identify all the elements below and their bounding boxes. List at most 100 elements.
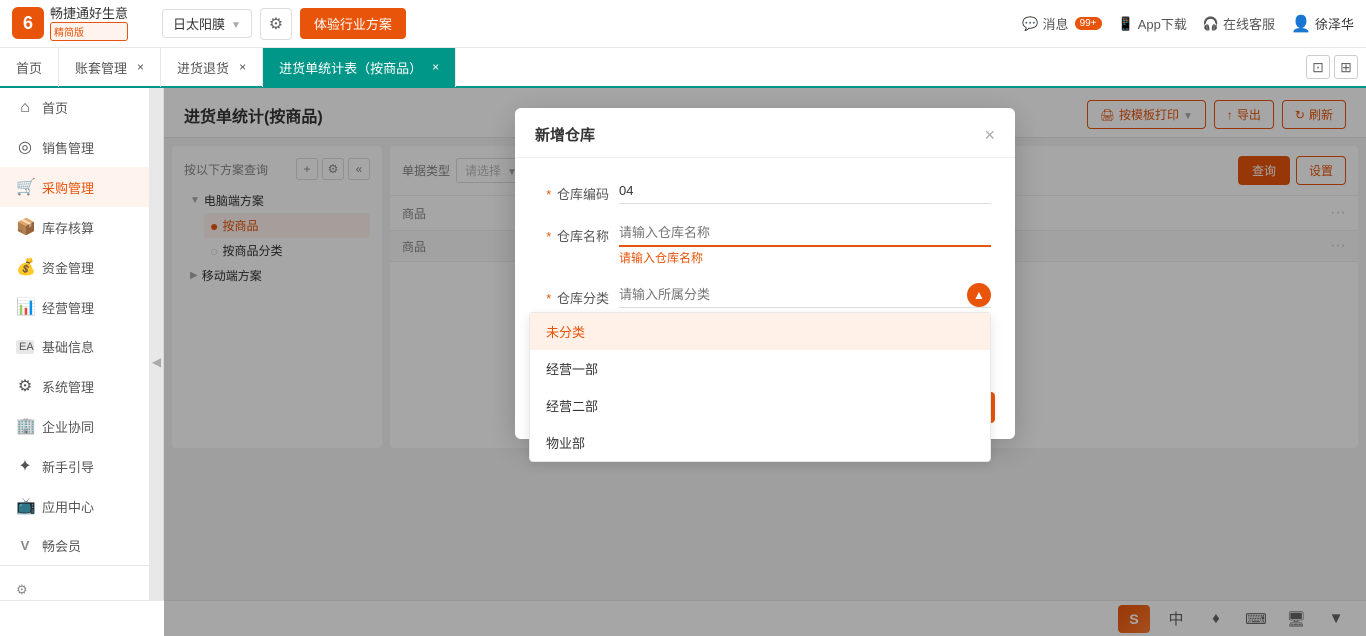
logo-area: 6 畅捷通好生意 精简版 <box>12 6 162 42</box>
tab-account[interactable]: 账套管理 × <box>59 47 161 87</box>
tab-account-close-icon[interactable]: × <box>137 60 144 74</box>
sidebar-label-finance: 资金管理 <box>42 258 94 277</box>
modal-add-warehouse: 新增仓库 × * 仓库编码 <box>515 108 1015 439</box>
messages-button[interactable]: 💬 消息 99+ <box>1022 14 1101 33</box>
basic-info-icon: EA <box>16 340 34 354</box>
logo-badge: 精简版 <box>50 22 128 41</box>
sidebar-item-basic[interactable]: EA 基础信息 <box>0 327 149 366</box>
dropdown-item-uncategorized[interactable]: 未分类 <box>530 313 990 350</box>
sidebar-item-purchase[interactable]: 🛒 采购管理 <box>0 167 149 207</box>
tab-purchase-return-close-icon[interactable]: × <box>239 60 246 74</box>
sidebar-collapse-button[interactable]: ◀ <box>150 88 164 636</box>
finance-icon: 💰 <box>16 257 34 277</box>
inventory-icon: 📦 <box>16 217 34 237</box>
search-value: 日太阳膜 <box>173 14 225 33</box>
search-chevron-icon <box>231 16 241 31</box>
sidebar-item-system[interactable]: ⚙ 系统管理 <box>0 366 149 406</box>
warehouse-name-input[interactable] <box>619 220 991 247</box>
tab-home-label: 首页 <box>16 58 42 77</box>
form-input-category-wrap: ▲ 未分类 经营一部 经营二部 <box>619 282 991 308</box>
app-download-button[interactable]: 📱 App下载 <box>1118 14 1187 33</box>
gear-button[interactable]: ⚙ <box>260 8 292 40</box>
operation-icon: 📊 <box>16 297 34 317</box>
tab-purchase-stats-label: 进货单统计表（按商品） <box>279 58 422 77</box>
form-row-code: * 仓库编码 <box>539 178 991 204</box>
tab-purchase-return-label: 进货退货 <box>177 58 229 77</box>
sidebar-label-guide: 新手引导 <box>42 457 94 476</box>
form-label-name: * 仓库名称 <box>539 220 619 245</box>
sidebar-item-vip[interactable]: V 畅会员 <box>0 526 149 565</box>
sidebar-item-finance[interactable]: 💰 资金管理 <box>0 247 149 287</box>
content-area: 进货单统计(按商品) 🖨 按模板打印 ↑ 导出 ↻ 刷新 <box>164 88 1366 636</box>
guide-icon: ✦ <box>16 456 34 476</box>
modal-body: * 仓库编码 * 仓库名称 <box>515 158 1015 382</box>
vip-icon: V <box>16 538 34 553</box>
tab-purchase-return[interactable]: 进货退货 × <box>161 47 263 87</box>
sidebar-label-basic: 基础信息 <box>42 337 94 356</box>
form-row-name: * 仓库名称 请输入仓库名称 <box>539 220 991 266</box>
purchase-icon: 🛒 <box>16 177 34 197</box>
sidebar-label-appcenter: 应用中心 <box>42 497 94 516</box>
name-error-msg: 请输入仓库名称 <box>619 249 991 266</box>
sidebar-item-enterprise[interactable]: 🏢 企业协同 <box>0 406 149 446</box>
form-label-category: * 仓库分类 <box>539 282 619 307</box>
sidebar-item-guide[interactable]: ✦ 新手引导 <box>0 446 149 486</box>
dropdown-item-dept2[interactable]: 经营二部 <box>530 387 990 424</box>
messages-badge: 99+ <box>1075 17 1102 30</box>
form-input-name-wrap: 请输入仓库名称 <box>619 220 991 266</box>
dropdown-item-dept1[interactable]: 经营一部 <box>530 350 990 387</box>
tab-account-label: 账套管理 <box>75 58 127 77</box>
modal-title: 新增仓库 <box>535 124 595 145</box>
sidebar-label-sales: 销售管理 <box>42 138 94 157</box>
form-input-code-wrap <box>619 178 991 204</box>
sidebar-label-enterprise: 企业协同 <box>42 417 94 436</box>
appcenter-icon: 📺 <box>16 496 34 516</box>
message-icon: 💬 <box>1022 16 1038 32</box>
tab-grid-button[interactable]: ⊞ <box>1334 55 1358 79</box>
modal-close-button[interactable]: × <box>984 126 995 144</box>
modal-header: 新增仓库 × <box>515 108 1015 158</box>
form-row-category: * 仓库分类 ▲ 未分类 经 <box>539 282 991 308</box>
customer-service-button[interactable]: 🎧 在线客服 <box>1203 14 1275 33</box>
logo-title: 畅捷通好生意 <box>50 6 128 23</box>
enterprise-icon: 🏢 <box>16 416 34 436</box>
category-up-icon[interactable]: ▲ <box>967 283 991 307</box>
category-dropdown: 未分类 经营一部 经营二部 物业部 <box>529 312 991 462</box>
sidebar-label-home: 首页 <box>42 98 68 117</box>
tab-purchase-stats[interactable]: 进货单统计表（按商品） × <box>263 47 456 87</box>
search-select[interactable]: 日太阳膜 <box>162 9 252 38</box>
gear-icon: ⚙ <box>269 14 283 34</box>
tab-purchase-stats-close-icon[interactable]: × <box>432 60 439 74</box>
sidebar-label-operation: 经营管理 <box>42 298 94 317</box>
sales-icon: ◎ <box>16 137 34 157</box>
sidebar-item-sales[interactable]: ◎ 销售管理 <box>0 127 149 167</box>
dropdown-item-property[interactable]: 物业部 <box>530 424 990 461</box>
user-avatar-icon: 👤 <box>1291 14 1311 34</box>
user-name: 徐泽华 <box>1315 14 1354 33</box>
settings-icon: ⚙ <box>16 582 28 598</box>
experience-button[interactable]: 体验行业方案 <box>300 8 406 39</box>
system-icon: ⚙ <box>16 376 34 396</box>
form-label-code: * 仓库编码 <box>539 178 619 203</box>
sidebar-item-appcenter[interactable]: 📺 应用中心 <box>0 486 149 526</box>
user-area[interactable]: 👤 徐泽华 <box>1291 14 1354 34</box>
sidebar-item-inventory[interactable]: 📦 库存核算 <box>0 207 149 247</box>
sidebar-label-purchase: 采购管理 <box>42 178 94 197</box>
tab-bar: 首页 账套管理 × 进货退货 × 进货单统计表（按商品） × ⊡ ⊞ <box>0 48 1366 88</box>
sidebar-label-inventory: 库存核算 <box>42 218 94 237</box>
home-icon: ⌂ <box>16 99 34 117</box>
sidebar: ⌂ 首页 ◎ 销售管理 🛒 采购管理 📦 库存核算 💰 资金管理 📊 经营管理 … <box>0 88 150 636</box>
sidebar-item-operation[interactable]: 📊 经营管理 <box>0 287 149 327</box>
header-right: 💬 消息 99+ 📱 App下载 🎧 在线客服 👤 徐泽华 <box>1022 14 1354 34</box>
tab-window-controls: ⊡ ⊞ <box>1306 55 1366 79</box>
warehouse-category-input[interactable] <box>619 282 991 308</box>
tab-restore-button[interactable]: ⊡ <box>1306 55 1330 79</box>
sidebar-label-system: 系统管理 <box>42 377 94 396</box>
sidebar-item-home[interactable]: ⌂ 首页 <box>0 88 149 127</box>
top-header: 6 畅捷通好生意 精简版 日太阳膜 ⚙ 体验行业方案 💬 消息 99+ 📱 Ap… <box>0 0 1366 48</box>
main-layout: ⌂ 首页 ◎ 销售管理 🛒 采购管理 📦 库存核算 💰 资金管理 📊 经营管理 … <box>0 88 1366 636</box>
modal-overlay: 新增仓库 × * 仓库编码 <box>164 88 1366 636</box>
sidebar-label-vip: 畅会员 <box>42 536 81 555</box>
warehouse-code-input[interactable] <box>619 178 991 204</box>
tab-home[interactable]: 首页 <box>0 47 59 87</box>
